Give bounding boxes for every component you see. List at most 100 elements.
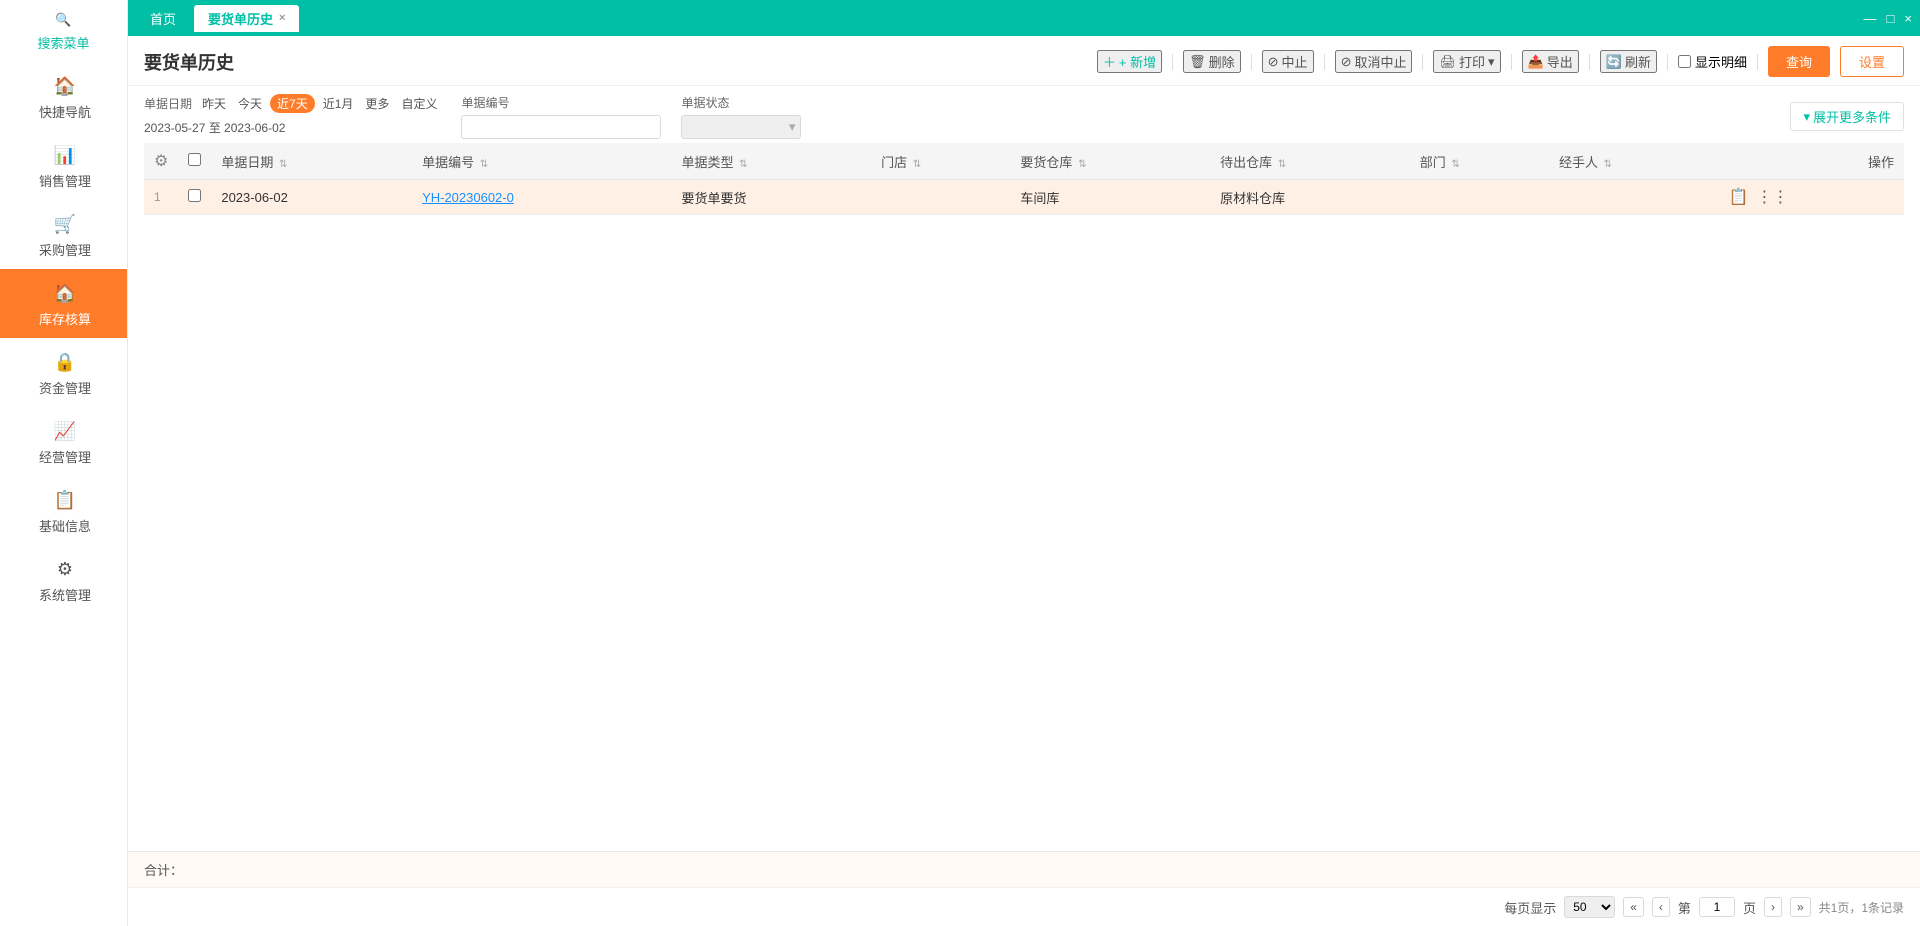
main-table: ⚙ 单据日期 ⇅ 单据编号 ⇅ (144, 143, 1904, 215)
col-settings: ⚙ (144, 143, 178, 180)
last-page-button[interactable]: » (1790, 897, 1811, 917)
sort-store-icon[interactable]: ⇅ (913, 159, 921, 170)
window-close-icon[interactable]: × (1904, 11, 1912, 26)
per-page-label: 每页显示 (1504, 898, 1556, 917)
refresh-button[interactable]: 🔄 刷新 (1600, 50, 1657, 73)
system-icon: ⚙ (57, 559, 73, 580)
row-more-icon[interactable]: ⋮⋮ (1756, 187, 1788, 207)
row-pending-warehouse: 原材料仓库 (1210, 180, 1410, 215)
sidebar-item-basic-info[interactable]: 📋 基础信息 (0, 476, 127, 545)
sidebar-search[interactable]: 🔍 搜索菜单 (0, 0, 127, 62)
print-button[interactable]: 🖨 打印 ▾ (1433, 50, 1500, 73)
row-edit-icon[interactable]: 📋 (1728, 187, 1748, 207)
tab-close-icon[interactable]: × (279, 12, 285, 24)
expand-more-button[interactable]: ▾ 展开更多条件 (1790, 102, 1904, 131)
sort-req-icon[interactable]: ⇅ (1078, 159, 1086, 170)
sidebar-item-label: 快捷导航 (39, 102, 91, 121)
date-btn-custom[interactable]: 自定义 (397, 94, 441, 113)
date-btn-more[interactable]: 更多 (361, 94, 393, 113)
sort-pending-icon[interactable]: ⇅ (1278, 159, 1286, 170)
sidebar-item-label: 采购管理 (39, 240, 91, 259)
sidebar-item-label: 资金管理 (39, 378, 91, 397)
table-footer: 合计： (128, 851, 1920, 887)
row-dept (1410, 180, 1549, 215)
tab-home[interactable]: 首页 (136, 5, 190, 32)
delete-button[interactable]: 🗑 删除 (1183, 50, 1241, 73)
toolbar-divider-4 (1422, 54, 1423, 70)
sidebar-item-system[interactable]: ⚙ 系统管理 (0, 545, 127, 614)
sort-date-icon[interactable]: ⇅ (279, 159, 287, 170)
window-maximize-icon[interactable]: □ (1887, 11, 1895, 26)
row-actions: 📋 ⋮⋮ (1718, 180, 1904, 215)
page-suffix: 页 (1743, 898, 1756, 917)
print-dropdown-icon: ▾ (1488, 54, 1495, 70)
cancel-suspend-icon: ⊘ (1341, 54, 1352, 70)
tab-home-label: 首页 (150, 9, 176, 28)
page-input[interactable] (1699, 897, 1735, 917)
window-minimize-icon[interactable]: — (1864, 11, 1877, 26)
col-pending-warehouse: 待出仓库 ⇅ (1210, 143, 1410, 180)
doc-status-select-wrapper: ▾ (681, 115, 801, 139)
sort-handler-icon[interactable]: ⇅ (1604, 159, 1612, 170)
date-btn-7days[interactable]: 近7天 (270, 94, 315, 113)
pagination-info: 共1页，1条记录 (1819, 899, 1904, 916)
toolbar: ＋ + 新增 🗑 删除 ⊘ 中止 ⊘ 取消中止 (1097, 46, 1904, 77)
doc-status-select[interactable] (681, 115, 801, 139)
display-detail-toggle[interactable]: 显示明细 (1678, 52, 1747, 71)
date-buttons: 昨天 今天 近7天 近1月 更多 自定义 (198, 94, 441, 113)
col-type: 单据类型 ⇅ (671, 143, 871, 180)
date-filter-group: 单据日期 昨天 今天 近7天 近1月 更多 自定义 2023-05-27 至 2… (144, 94, 441, 136)
export-button[interactable]: 📤 导出 (1522, 50, 1579, 73)
toolbar-divider-7 (1667, 54, 1668, 70)
table-row: 1 2023-06-02 YH-20230602-0 要货单要货 车间库 原材料… (144, 180, 1904, 215)
tab-active[interactable]: 要货单历史 × (194, 5, 299, 32)
suspend-button[interactable]: ⊘ 中止 (1262, 50, 1314, 73)
pagination-bar: 每页显示 50 100 « ‹ 第 页 › » 共1页，1条记录 (128, 887, 1920, 926)
inventory-icon: 🏠 (54, 283, 76, 304)
sidebar-item-finance[interactable]: 🔒 资金管理 (0, 338, 127, 407)
display-detail-checkbox[interactable] (1678, 55, 1691, 68)
sidebar-item-quick-nav[interactable]: 🏠 快捷导航 (0, 62, 127, 131)
doc-number-input[interactable] (461, 115, 661, 139)
filter-row: 单据日期 昨天 今天 近7天 近1月 更多 自定义 2023-05-27 至 2… (128, 86, 1920, 143)
table-wrapper: ⚙ 单据日期 ⇅ 单据编号 ⇅ (128, 143, 1920, 851)
row-checkbox[interactable] (188, 189, 201, 202)
query-button[interactable]: 查询 (1768, 46, 1830, 77)
date-btn-yesterday[interactable]: 昨天 (198, 94, 230, 113)
page-header: 要货单历史 ＋ + 新增 🗑 删除 ⊘ 中止 ⊘ (128, 36, 1920, 86)
suspend-icon: ⊘ (1268, 54, 1279, 70)
table-header-row: ⚙ 单据日期 ⇅ 单据编号 ⇅ (144, 143, 1904, 180)
prev-page-button[interactable]: ‹ (1652, 897, 1670, 917)
row-req-warehouse: 车间库 (1010, 180, 1210, 215)
tab-active-label: 要货单历史 (208, 9, 273, 28)
row-type: 要货单要货 (671, 180, 871, 215)
sidebar-item-inventory[interactable]: 🏠 库存核算 (0, 269, 127, 338)
sidebar-item-operations[interactable]: 📈 经营管理 (0, 407, 127, 476)
first-page-button[interactable]: « (1623, 897, 1644, 917)
cancel-suspend-button[interactable]: ⊘ 取消中止 (1335, 50, 1413, 73)
sidebar-item-purchase[interactable]: 🛒 采购管理 (0, 200, 127, 269)
doc-number-filter-group: 单据编号 (461, 94, 661, 139)
table-settings-icon[interactable]: ⚙ (154, 153, 168, 170)
date-btn-today[interactable]: 今天 (234, 94, 266, 113)
print-icon: 🖨 (1439, 54, 1456, 70)
sidebar-item-sales[interactable]: 📊 销售管理 (0, 131, 127, 200)
settings-button[interactable]: 设置 (1840, 46, 1904, 77)
basic-info-icon: 📋 (54, 490, 76, 511)
col-req-warehouse: 要货仓库 ⇅ (1010, 143, 1210, 180)
chevron-down-small-icon: ▾ (1803, 109, 1810, 125)
search-icon: 🔍 (55, 12, 71, 28)
sort-number-icon[interactable]: ⇅ (480, 159, 488, 170)
finance-icon: 🔒 (54, 352, 76, 373)
export-icon: 📤 (1528, 54, 1544, 70)
next-page-button[interactable]: › (1764, 897, 1782, 917)
date-btn-1month[interactable]: 近1月 (319, 94, 358, 113)
sort-dept-icon[interactable]: ⇅ (1451, 159, 1459, 170)
select-all-checkbox[interactable] (188, 153, 201, 166)
new-button[interactable]: ＋ + 新增 (1097, 50, 1162, 73)
sort-type-icon[interactable]: ⇅ (739, 159, 747, 170)
col-handler: 经手人 ⇅ (1549, 143, 1718, 180)
toolbar-divider-3 (1324, 54, 1325, 70)
row-number-link[interactable]: YH-20230602-0 (422, 190, 514, 205)
per-page-select[interactable]: 50 100 (1564, 896, 1615, 918)
